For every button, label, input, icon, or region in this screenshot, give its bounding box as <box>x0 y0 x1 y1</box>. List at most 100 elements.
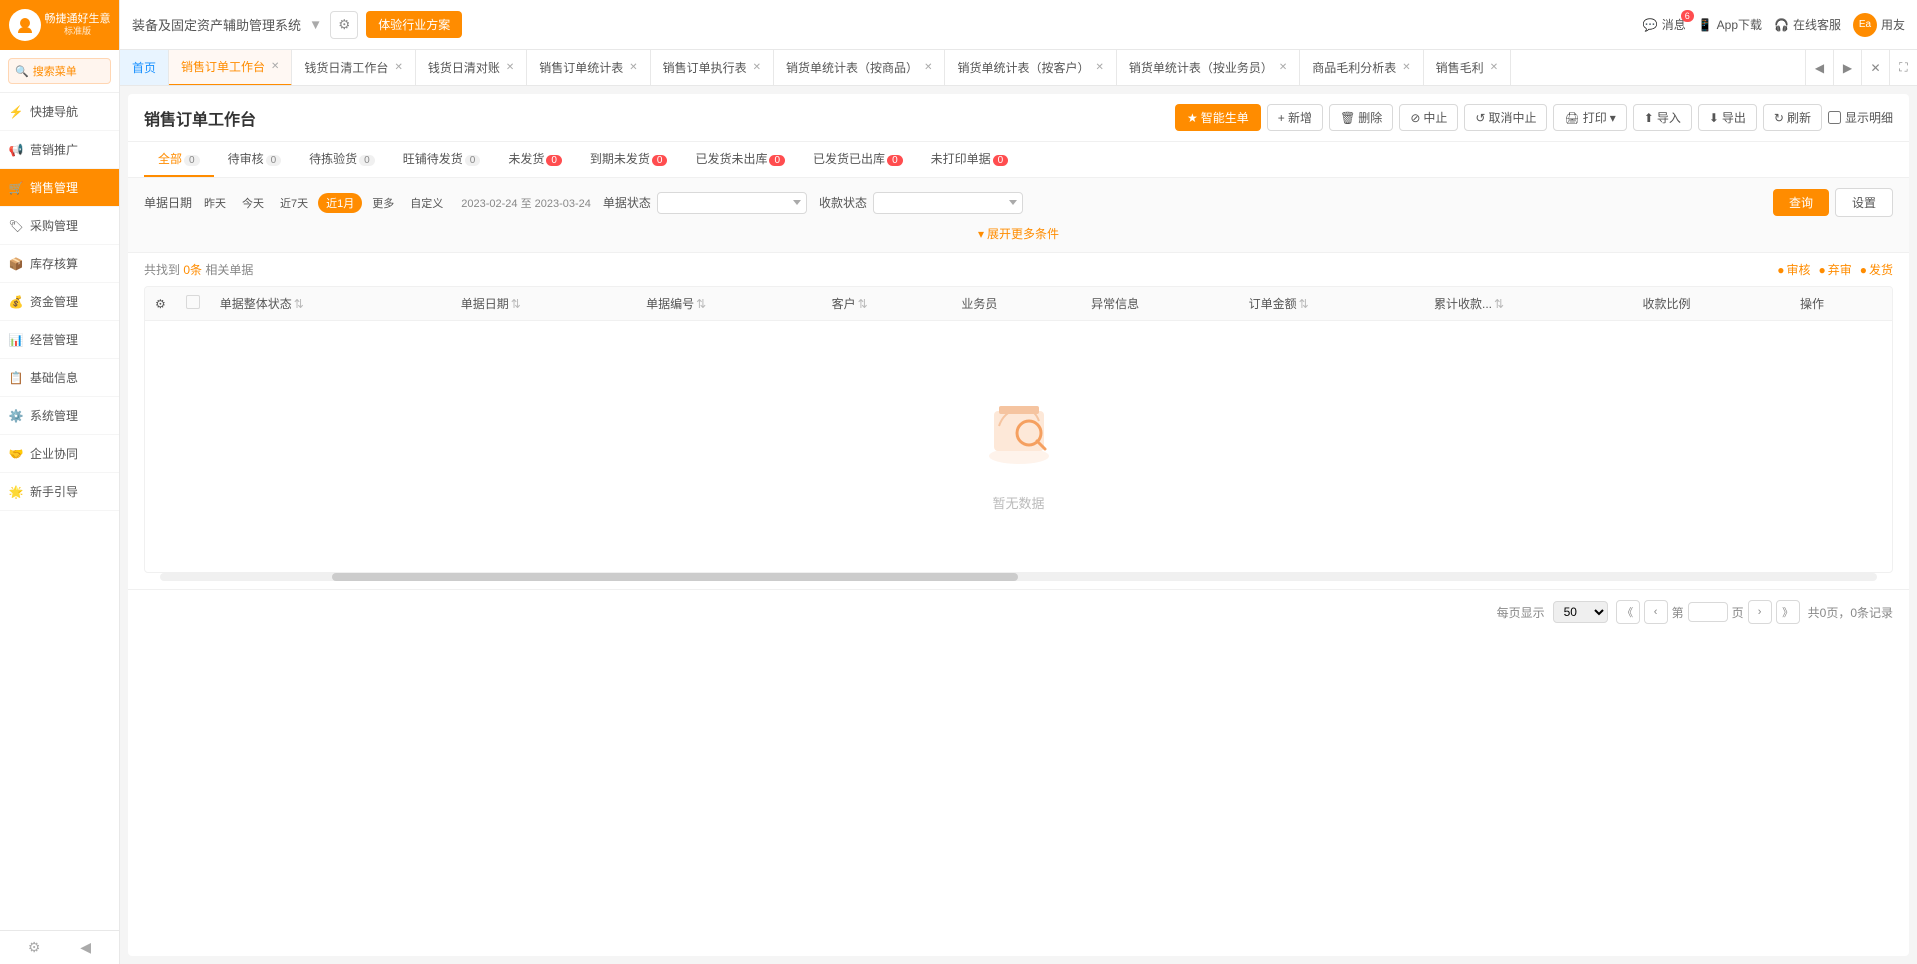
tab-close-button[interactable]: ✕ <box>1279 62 1287 73</box>
tab-sales-stats-product[interactable]: 销货单统计表（按商品） ✕ <box>774 50 945 86</box>
sub-tab-pending-review[interactable]: 待审核0 <box>214 142 296 177</box>
tab-product-margin[interactable]: 商品毛利分析表 ✕ <box>1300 50 1423 86</box>
tab-sales-profit[interactable]: 销售毛利 ✕ <box>1424 50 1511 86</box>
show-detail-label[interactable]: 显示明细 <box>1828 109 1893 126</box>
tab-cash-daily[interactable]: 钱货日清工作台 ✕ <box>292 50 415 86</box>
query-button[interactable]: 查询 <box>1773 189 1829 216</box>
tab-sales-order-workbench[interactable]: 销售订单工作台 ✕ <box>169 50 292 86</box>
refresh-button[interactable]: ↻ 刷新 <box>1763 104 1822 131</box>
prev-page-button[interactable]: ‹ <box>1644 600 1668 624</box>
review-action-link[interactable]: ● 审核 <box>1777 261 1810 278</box>
sort-payment-icon[interactable]: ⇅ <box>1494 297 1504 311</box>
date-shortcuts: 昨天 今天 近7天 近1月 更多 自定义 <box>198 193 449 213</box>
sidebar-item-purchase[interactable]: 🏷 采购管理 <box>0 207 119 245</box>
messages-button[interactable]: 💬 消息 6 <box>1643 16 1686 33</box>
sub-tab-shipped-out[interactable]: 已发货已出库0 <box>799 142 917 177</box>
sort-amount-icon[interactable]: ⇅ <box>1299 297 1309 311</box>
cancel-review-action-link[interactable]: ● 弃审 <box>1818 261 1851 278</box>
set-button[interactable]: 设置 <box>1835 188 1893 217</box>
th-checkbox[interactable] <box>176 287 210 321</box>
shortcut-today[interactable]: 今天 <box>236 193 270 213</box>
tab-label: 销货单统计表（按客户） <box>957 59 1089 76</box>
stop-button[interactable]: ⊘ 中止 <box>1399 104 1458 131</box>
sort-date-icon[interactable]: ⇅ <box>511 297 521 311</box>
sub-tab-not-shipped[interactable]: 未发货0 <box>494 142 576 177</box>
show-detail-checkbox[interactable] <box>1828 111 1841 124</box>
shortcut-7days[interactable]: 近7天 <box>274 193 314 213</box>
sidebar-item-operations[interactable]: 📊 经营管理 <box>0 321 119 359</box>
sidebar-item-new-guide[interactable]: 🌟 新手引导 <box>0 473 119 511</box>
sidebar-item-quick-nav[interactable]: ⚡ 快捷导航 <box>0 93 119 131</box>
sidebar-item-sales[interactable]: 🛒 销售管理 <box>0 169 119 207</box>
tab-home[interactable]: 首页 <box>120 50 169 86</box>
shortcut-custom[interactable]: 自定义 <box>404 193 449 213</box>
sidebar-item-finance[interactable]: 💰 资金管理 <box>0 283 119 321</box>
tab-close-button[interactable]: ✕ <box>506 62 514 73</box>
tab-close-button[interactable]: ✕ <box>1402 62 1410 73</box>
system-dropdown-button[interactable]: ▼ <box>309 17 322 32</box>
tab-close-button[interactable]: ✕ <box>629 62 637 73</box>
sidebar-item-basic[interactable]: 📋 基础信息 <box>0 359 119 397</box>
record-count: 0条 <box>183 263 202 277</box>
ship-action-link[interactable]: ● 发货 <box>1860 261 1893 278</box>
page-number-input[interactable]: 1 <box>1688 602 1728 622</box>
cancel-stop-button[interactable]: ↺ 取消中止 <box>1464 104 1547 131</box>
sort-customer-icon[interactable]: ⇅ <box>858 297 868 311</box>
tab-close-all-button[interactable]: ✕ <box>1861 50 1889 86</box>
tab-sales-order-stats[interactable]: 销售订单统计表 ✕ <box>527 50 650 86</box>
sidebar-item-marketing[interactable]: 📢 营销推广 <box>0 131 119 169</box>
sidebar-settings-button[interactable]: ⚙ <box>28 939 41 956</box>
tab-close-button[interactable]: ✕ <box>1490 62 1498 73</box>
smart-generate-button[interactable]: ★ 智能生单 <box>1175 104 1261 131</box>
export-button[interactable]: ⬇ 导出 <box>1698 104 1757 131</box>
tab-scroll-left-button[interactable]: ◀ <box>1805 50 1833 86</box>
tab-sales-stats-staff[interactable]: 销货单统计表（按业务员） ✕ <box>1117 50 1300 86</box>
sidebar-item-enterprise[interactable]: 🤝 企业协同 <box>0 435 119 473</box>
last-page-button[interactable]: 》 <box>1776 600 1800 624</box>
sub-tab-pending-inspect[interactable]: 待拣验货0 <box>295 142 389 177</box>
page-size-select[interactable]: 10 20 50 100 <box>1553 601 1608 623</box>
sort-status-icon[interactable]: ⇅ <box>294 297 304 311</box>
tab-close-button[interactable]: ✕ <box>394 62 402 73</box>
first-page-button[interactable]: 《 <box>1616 600 1640 624</box>
tab-close-button[interactable]: ✕ <box>753 62 761 73</box>
shortcut-yesterday[interactable]: 昨天 <box>198 193 232 213</box>
sidebar-item-system[interactable]: ⚙️ 系统管理 <box>0 397 119 435</box>
payment-select[interactable] <box>873 192 1023 214</box>
delete-button[interactable]: 🗑 删除 <box>1329 104 1393 131</box>
search-menu-button[interactable]: 🔍 搜索菜单 <box>8 58 111 84</box>
select-all-checkbox[interactable] <box>186 295 200 309</box>
tab-sales-stats-customer[interactable]: 销货单统计表（按客户） ✕ <box>945 50 1116 86</box>
shortcut-more[interactable]: 更多 <box>366 193 400 213</box>
tab-maximize-button[interactable]: ⛶ <box>1889 50 1917 86</box>
sub-tab-all[interactable]: 全部0 <box>144 142 214 177</box>
status-select[interactable] <box>657 192 807 214</box>
horizontal-scrollbar[interactable] <box>160 573 1877 581</box>
next-page-button[interactable]: › <box>1748 600 1772 624</box>
industry-solution-button[interactable]: 体验行业方案 <box>366 11 462 38</box>
online-service-button[interactable]: 🎧 在线客服 <box>1774 16 1841 33</box>
tab-close-button[interactable]: ✕ <box>271 61 279 72</box>
import-button[interactable]: ⬆ 导入 <box>1633 104 1692 131</box>
tab-close-button[interactable]: ✕ <box>1095 62 1103 73</box>
tab-close-button[interactable]: ✕ <box>924 62 932 73</box>
scroll-thumb[interactable] <box>332 573 1019 581</box>
sub-tab-wangpu-pending[interactable]: 旺铺待发货0 <box>389 142 495 177</box>
tab-scroll-right-button[interactable]: ▶ <box>1833 50 1861 86</box>
topbar-settings-button[interactable]: ⚙ <box>330 11 358 39</box>
sidebar-collapse-button[interactable]: ◀ <box>80 939 91 956</box>
tab-sales-order-execution[interactable]: 销售订单执行表 ✕ <box>651 50 774 86</box>
sidebar-item-inventory[interactable]: 📦 库存核算 <box>0 245 119 283</box>
print-button[interactable]: 🖨 打印 ▾ <box>1553 104 1626 131</box>
app-download-button[interactable]: 📱 App下载 <box>1698 16 1762 33</box>
expand-filter-button[interactable]: ▾ 展开更多条件 <box>978 225 1059 242</box>
sort-number-icon[interactable]: ⇅ <box>696 297 706 311</box>
th-settings[interactable]: ⚙ <box>145 287 176 321</box>
shortcut-1month[interactable]: 近1月 <box>318 193 362 213</box>
tab-cash-reconcile[interactable]: 钱货日清对账 ✕ <box>416 50 527 86</box>
add-button[interactable]: + 新增 <box>1267 104 1323 131</box>
sub-tab-expired-not-shipped[interactable]: 到期未发货0 <box>576 142 682 177</box>
sub-tab-not-printed[interactable]: 未打印单据0 <box>917 142 1023 177</box>
user-menu-button[interactable]: Ea 用友 <box>1853 13 1905 37</box>
sub-tab-shipped-not-out[interactable]: 已发货未出库0 <box>681 142 799 177</box>
